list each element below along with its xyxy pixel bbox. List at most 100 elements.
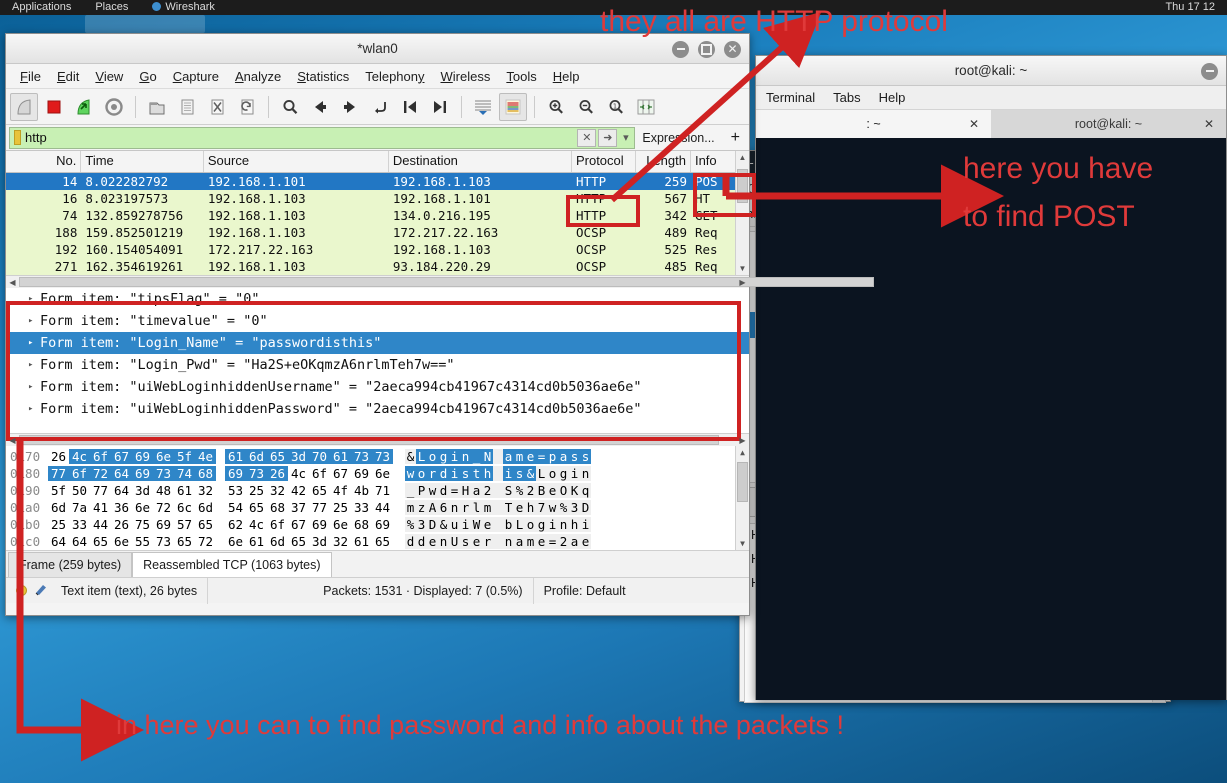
hex-ascii-char[interactable]: 6 <box>438 500 449 515</box>
hex-ascii-char[interactable]: o <box>525 517 536 532</box>
hex-ascii-char[interactable]: s <box>460 466 471 481</box>
open-file-icon[interactable] <box>143 93 171 121</box>
hex-ascii-char[interactable]: 3 <box>569 500 580 515</box>
hex-byte[interactable]: 64 <box>48 534 69 549</box>
hex-ascii-char[interactable]: q <box>580 483 591 498</box>
packet-detail-pane[interactable]: ▸ Form item: "tipsFlag" = "0" ▸ Form item:… <box>6 288 749 433</box>
hex-byte[interactable]: 6e <box>225 534 246 549</box>
hex-byte[interactable]: 69 <box>153 517 174 532</box>
hex-ascii-char[interactable]: m <box>482 500 493 515</box>
hex-byte[interactable]: 72 <box>195 534 216 549</box>
hex-ascii-char[interactable]: O <box>558 483 569 498</box>
bookmark-icon[interactable] <box>14 130 21 145</box>
hex-byte[interactable]: 48 <box>153 483 174 498</box>
hex-ascii-char[interactable]: r <box>460 500 471 515</box>
hex-byte[interactable]: 75 <box>132 517 153 532</box>
expand-icon[interactable]: ▸ <box>28 382 40 392</box>
hex-byte[interactable]: 53 <box>225 483 246 498</box>
hex-ascii-char[interactable]: 2 <box>525 483 536 498</box>
expand-icon[interactable]: ▸ <box>28 294 40 304</box>
scroll-up-icon[interactable]: ▲ <box>736 151 749 164</box>
hex-byte[interactable]: 33 <box>351 500 372 515</box>
start-capture-icon[interactable] <box>10 92 38 121</box>
menu-tools[interactable]: Tools <box>498 67 544 86</box>
hex-ascii-char[interactable]: d <box>416 534 427 549</box>
hex-ascii-char[interactable]: a <box>503 449 514 464</box>
hex-byte[interactable]: 3d <box>309 534 330 549</box>
zoom-reset-icon[interactable]: 1 <box>602 93 630 121</box>
go-to-packet-icon[interactable] <box>366 93 394 121</box>
hex-byte[interactable]: 64 <box>111 483 132 498</box>
hex-byte[interactable]: 65 <box>372 534 393 549</box>
menu-analyze[interactable]: Analyze <box>227 67 289 86</box>
hex-byte[interactable]: 37 <box>288 500 309 515</box>
hex-byte[interactable]: 61 <box>246 534 267 549</box>
scroll-right-icon[interactable]: ▶ <box>736 436 749 445</box>
packet-list-scrollbar-thumb[interactable] <box>737 169 748 203</box>
hex-byte[interactable]: 5f <box>174 449 195 464</box>
colorize-icon[interactable] <box>499 92 527 121</box>
hex-byte[interactable]: 73 <box>153 534 174 549</box>
hex-byte[interactable]: 68 <box>267 500 288 515</box>
hex-ascii-char[interactable]: = <box>449 483 460 498</box>
hex-ascii-char[interactable]: 7 <box>536 500 547 515</box>
hex-byte[interactable]: 61 <box>174 483 195 498</box>
terminal-tab-1[interactable]: : ~ ✕ <box>756 110 991 138</box>
hex-byte[interactable]: 69 <box>372 517 393 532</box>
hex-ascii-char[interactable]: e <box>525 449 536 464</box>
chevron-down-icon[interactable]: ▾ <box>619 129 632 147</box>
hex-byte[interactable]: 26 <box>267 466 288 481</box>
hex-byte[interactable]: 73 <box>351 449 372 464</box>
hex-ascii-char[interactable]: a <box>558 449 569 464</box>
hex-ascii-char[interactable]: % <box>514 483 525 498</box>
hex-byte[interactable]: 6d <box>48 500 69 515</box>
hex-ascii-char[interactable]: n <box>460 449 471 464</box>
hex-ascii-char[interactable]: = <box>536 449 547 464</box>
hex-ascii-char[interactable]: g <box>438 449 449 464</box>
detail-row[interactable]: ▸ Form item: "timevalue" = "0" <box>6 310 749 332</box>
menu-file[interactable]: FFileile <box>12 67 49 86</box>
hex-byte[interactable]: 65 <box>90 534 111 549</box>
hex-ascii-char[interactable]: s <box>569 449 580 464</box>
hex-byte[interactable]: 69 <box>225 466 246 481</box>
terminal-menu-help[interactable]: Help <box>879 90 906 105</box>
hex-byte[interactable]: 72 <box>90 466 111 481</box>
hex-ascii-char[interactable]: e <box>547 483 558 498</box>
hex-byte[interactable]: 67 <box>111 449 132 464</box>
hex-byte[interactable]: 64 <box>111 466 132 481</box>
scroll-right-icon[interactable]: ▶ <box>736 278 749 287</box>
apply-filter-icon[interactable]: ➜ <box>598 128 618 147</box>
find-packet-icon[interactable] <box>276 93 304 121</box>
hex-ascii-char[interactable]: i <box>580 517 591 532</box>
hex-ascii-char[interactable]: l <box>471 500 482 515</box>
hex-ascii-char[interactable]: n <box>580 466 591 481</box>
packet-bytes-scrollbar-thumb[interactable] <box>737 462 748 502</box>
menu-view[interactable]: View <box>87 67 131 86</box>
minimize-button[interactable] <box>672 40 689 58</box>
detail-row[interactable]: ▸ Form item: "uiWebLoginhiddenUsername" =… <box>6 376 749 398</box>
hex-ascii-char[interactable]: t <box>471 466 482 481</box>
hex-byte[interactable]: 6f <box>267 517 288 532</box>
add-filter-button[interactable]: + <box>722 129 749 147</box>
hex-byte[interactable]: 50 <box>69 483 90 498</box>
hex-byte[interactable]: 73 <box>372 449 393 464</box>
wireshark-window[interactable]: *wlan0 ✕ FFileile Edit View Go Capture A… <box>5 33 874 616</box>
stop-capture-icon[interactable] <box>40 93 68 121</box>
clear-filter-icon[interactable]: ✕ <box>577 128 597 147</box>
hex-byte[interactable]: 25 <box>246 483 267 498</box>
restart-capture-icon[interactable] <box>70 93 98 121</box>
scroll-down-icon[interactable]: ▼ <box>736 262 749 275</box>
hex-byte[interactable]: 54 <box>225 500 246 515</box>
hex-ascii-char[interactable]: D <box>427 517 438 532</box>
hex-byte[interactable]: 65 <box>246 500 267 515</box>
hex-byte[interactable]: 68 <box>195 466 216 481</box>
hex-ascii-char[interactable]: & <box>438 517 449 532</box>
hex-ascii-char[interactable]: 3 <box>416 517 427 532</box>
hex-ascii-char[interactable]: a <box>514 534 525 549</box>
hex-ascii-char[interactable]: p <box>547 449 558 464</box>
hex-byte[interactable]: 6e <box>330 517 351 532</box>
hex-ascii-char[interactable]: w <box>547 500 558 515</box>
go-first-icon[interactable] <box>396 93 424 121</box>
hex-byte[interactable]: 6d <box>195 500 216 515</box>
hex-ascii-char[interactable]: D <box>580 500 591 515</box>
